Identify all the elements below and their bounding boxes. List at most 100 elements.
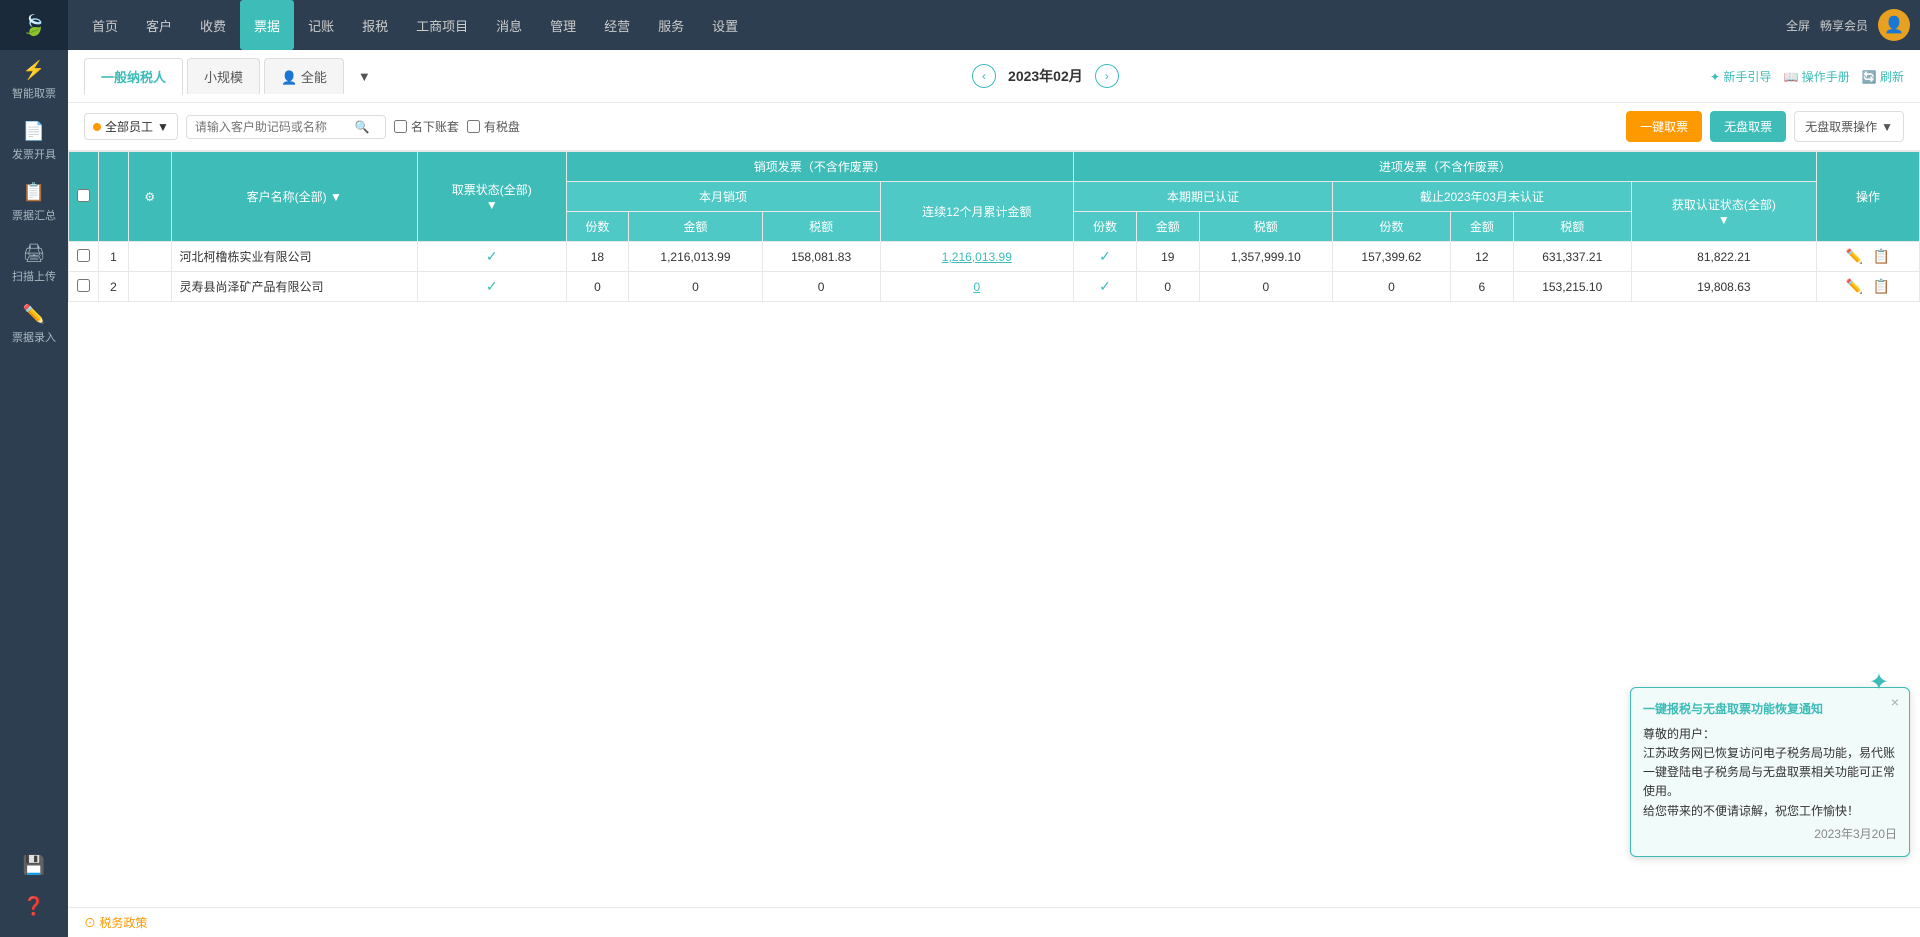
th-sales-qty: 份数 xyxy=(566,212,629,242)
sidebar-item-download[interactable]: 💾 xyxy=(0,845,68,886)
tax-policy-link[interactable]: ⊙ 税务政策 xyxy=(84,914,147,931)
nav-home[interactable]: 首页 xyxy=(78,0,132,50)
search-input[interactable] xyxy=(195,120,355,134)
month-prev-btn[interactable]: ‹ xyxy=(972,64,996,88)
row-no-1: 2 xyxy=(99,272,129,302)
row-verify-status-1: ✓ xyxy=(1074,272,1137,302)
notification-date: 2023年3月20日 xyxy=(1643,825,1897,844)
refresh-btn[interactable]: 🔄 刷新 xyxy=(1862,68,1904,85)
select-all-checkbox[interactable] xyxy=(77,189,90,202)
notification-close-btn[interactable]: × xyxy=(1891,694,1899,710)
checkbox-accounts-input[interactable] xyxy=(394,120,407,133)
th-purchase-unverified: 截止2023年03月未认证 xyxy=(1332,182,1631,212)
row-monthly-tax-0: 158,081.83 xyxy=(762,242,880,272)
tab-all[interactable]: 👤 全能 xyxy=(264,58,344,94)
sidebar-item-smart-fetch[interactable]: ⚡ 智能取票 xyxy=(0,50,68,111)
row-unverified-qty-1: 6 xyxy=(1450,272,1513,302)
employee-dropdown-icon: ▼ xyxy=(157,120,169,134)
sidebar-item-help[interactable]: ❓ xyxy=(0,886,68,927)
row-customer-1: 灵寿县尚泽矿产品有限公司 xyxy=(171,272,418,302)
fullscreen-btn[interactable]: 全屏 xyxy=(1786,17,1810,34)
nav-biz[interactable]: 工商项目 xyxy=(402,0,482,50)
row-edit-btn-1[interactable]: ✏️ xyxy=(1846,278,1863,294)
row-check-0[interactable] xyxy=(69,242,99,272)
employee-label: 全部员工 xyxy=(105,118,153,135)
th-customer: 客户名称(全部) ▼ xyxy=(171,152,418,242)
notification-scroll[interactable]: 尊敬的用户： 江苏政务网已恢复访问电子税务局功能，易代账一键登陆电子税务局与无盘… xyxy=(1643,725,1897,844)
tab-small[interactable]: 小规模 xyxy=(187,58,260,94)
nav-bookkeeping[interactable]: 记账 xyxy=(294,0,348,50)
one-key-fetch-btn[interactable]: 一键取票 xyxy=(1626,111,1702,142)
row-unverified-tax-1: 19,808.63 xyxy=(1631,272,1816,302)
th-purchase-tax: 税额 xyxy=(1199,212,1332,242)
th-fetch-status: 取票状态(全部) ▼ xyxy=(418,152,567,242)
row-no-0: 1 xyxy=(99,242,129,272)
row-unverified-amount-1: 153,215.10 xyxy=(1513,272,1631,302)
row-monthly-tax-1: 0 xyxy=(762,272,880,302)
tab-more-btn[interactable]: ▼ xyxy=(348,61,381,92)
checkbox-accounts[interactable]: 名下账套 xyxy=(394,118,459,135)
tab-general[interactable]: 一般纳税人 xyxy=(84,58,183,95)
nav-invoice[interactable]: 票据 xyxy=(240,0,294,50)
row-monthly-amount-0: 1,216,013.99 xyxy=(629,242,762,272)
row-purchase-tax-1: 0 xyxy=(1332,272,1450,302)
filter-icon[interactable]: ▼ xyxy=(330,190,342,204)
tabs-left: 一般纳税人 小规模 👤 全能 ▼ xyxy=(84,58,381,94)
top-nav: 首页 客户 收费 票据 记账 报税 工商项目 消息 管理 经营 服务 设置 全屏… xyxy=(68,0,1920,50)
row-detail-btn-0[interactable]: 📋 xyxy=(1873,248,1890,264)
sidebar-item-scan-upload[interactable]: 🖨 扫描上传 xyxy=(0,233,68,294)
fetch-filter-icon[interactable]: ▼ xyxy=(486,198,498,212)
status-bar: ⊙ 税务政策 xyxy=(68,907,1920,937)
employee-select[interactable]: 全部员工 ▼ xyxy=(84,113,178,140)
month-next-btn[interactable]: › xyxy=(1095,64,1119,88)
checkbox-accounts-label: 名下账套 xyxy=(411,118,459,135)
sidebar-item-data-entry[interactable]: ✏️ 票据录入 xyxy=(0,294,68,355)
toolbar: 全部员工 ▼ 🔍 名下账套 有税盘 一键取票 无盘取票 无盘取票操作 ▼ xyxy=(68,103,1920,151)
row-detail-btn-1[interactable]: 📋 xyxy=(1873,278,1890,294)
row-customer-0: 河北柯橹栋实业有限公司 xyxy=(171,242,418,272)
notif-decoration: ✦ xyxy=(1869,668,1889,697)
th-sales-group: 销项发票（不含作废票） xyxy=(566,152,1074,182)
no-disk-ops-btn[interactable]: 无盘取票操作 ▼ xyxy=(1794,111,1904,142)
th-unverified-qty: 份数 xyxy=(1332,212,1450,242)
nav-operation[interactable]: 经营 xyxy=(590,0,644,50)
invoice-summary-icon: 📋 xyxy=(23,182,45,203)
dropdown-icon: ▼ xyxy=(1881,120,1893,134)
member-btn[interactable]: 畅享会员 xyxy=(1820,17,1868,34)
avatar[interactable]: 👤 xyxy=(1878,9,1910,41)
nav-billing[interactable]: 收费 xyxy=(186,0,240,50)
table-row: 1 河北柯橹栋实业有限公司 ✓ 18 1,216,013.99 158,081.… xyxy=(69,242,1920,272)
nav-message[interactable]: 消息 xyxy=(482,0,536,50)
verify-filter-icon[interactable]: ▼ xyxy=(1718,213,1730,227)
row-edit-btn-0[interactable]: ✏️ xyxy=(1846,248,1863,264)
nav-settings[interactable]: 设置 xyxy=(698,0,752,50)
sidebar-item-invoice-summary[interactable]: 📋 票据汇总 xyxy=(0,172,68,233)
nav-manage[interactable]: 管理 xyxy=(536,0,590,50)
row-purchase-amount-1: 0 xyxy=(1199,272,1332,302)
manual-btn[interactable]: 📖 操作手册 xyxy=(1783,68,1849,85)
search-icon[interactable]: 🔍 xyxy=(355,120,370,134)
nav-customer[interactable]: 客户 xyxy=(132,0,186,50)
no-disk-ops-label: 无盘取票操作 xyxy=(1805,118,1877,135)
th-monthly-sales: 本月销项 xyxy=(566,182,880,212)
sidebar-item-invoice-open[interactable]: 📄 发票开具 xyxy=(0,111,68,172)
month-display: 2023年02月 xyxy=(1008,66,1083,86)
row-action-0: ✏️ 📋 xyxy=(1816,242,1919,272)
th-sales-amount: 金额 xyxy=(629,212,762,242)
nav-service[interactable]: 服务 xyxy=(644,0,698,50)
th-action: 操作 xyxy=(1816,152,1919,242)
row-unverified-qty-0: 12 xyxy=(1450,242,1513,272)
notification-popup: ✦ × 一键报税与无盘取票功能恢复通知 尊敬的用户： 江苏政务网已恢复访问电子税… xyxy=(1630,687,1910,857)
nav-tax[interactable]: 报税 xyxy=(348,0,402,50)
no-disk-fetch-btn[interactable]: 无盘取票 xyxy=(1710,111,1786,142)
checkbox-taxdisk-input[interactable] xyxy=(467,120,480,133)
row-cumulative-0[interactable]: 1,216,013.99 xyxy=(880,242,1073,272)
row-cumulative-1[interactable]: 0 xyxy=(880,272,1073,302)
th-purchase-period: 本期期已认证 xyxy=(1074,182,1333,212)
all-tab-icon: 👤 xyxy=(281,70,297,85)
notification-greeting: 尊敬的用户： xyxy=(1643,725,1897,744)
new-guide-btn[interactable]: ✦ 新手引导 xyxy=(1710,68,1771,85)
checkbox-taxdisk[interactable]: 有税盘 xyxy=(467,118,520,135)
row-check-1[interactable] xyxy=(69,272,99,302)
th-unverified-tax: 税额 xyxy=(1513,212,1631,242)
